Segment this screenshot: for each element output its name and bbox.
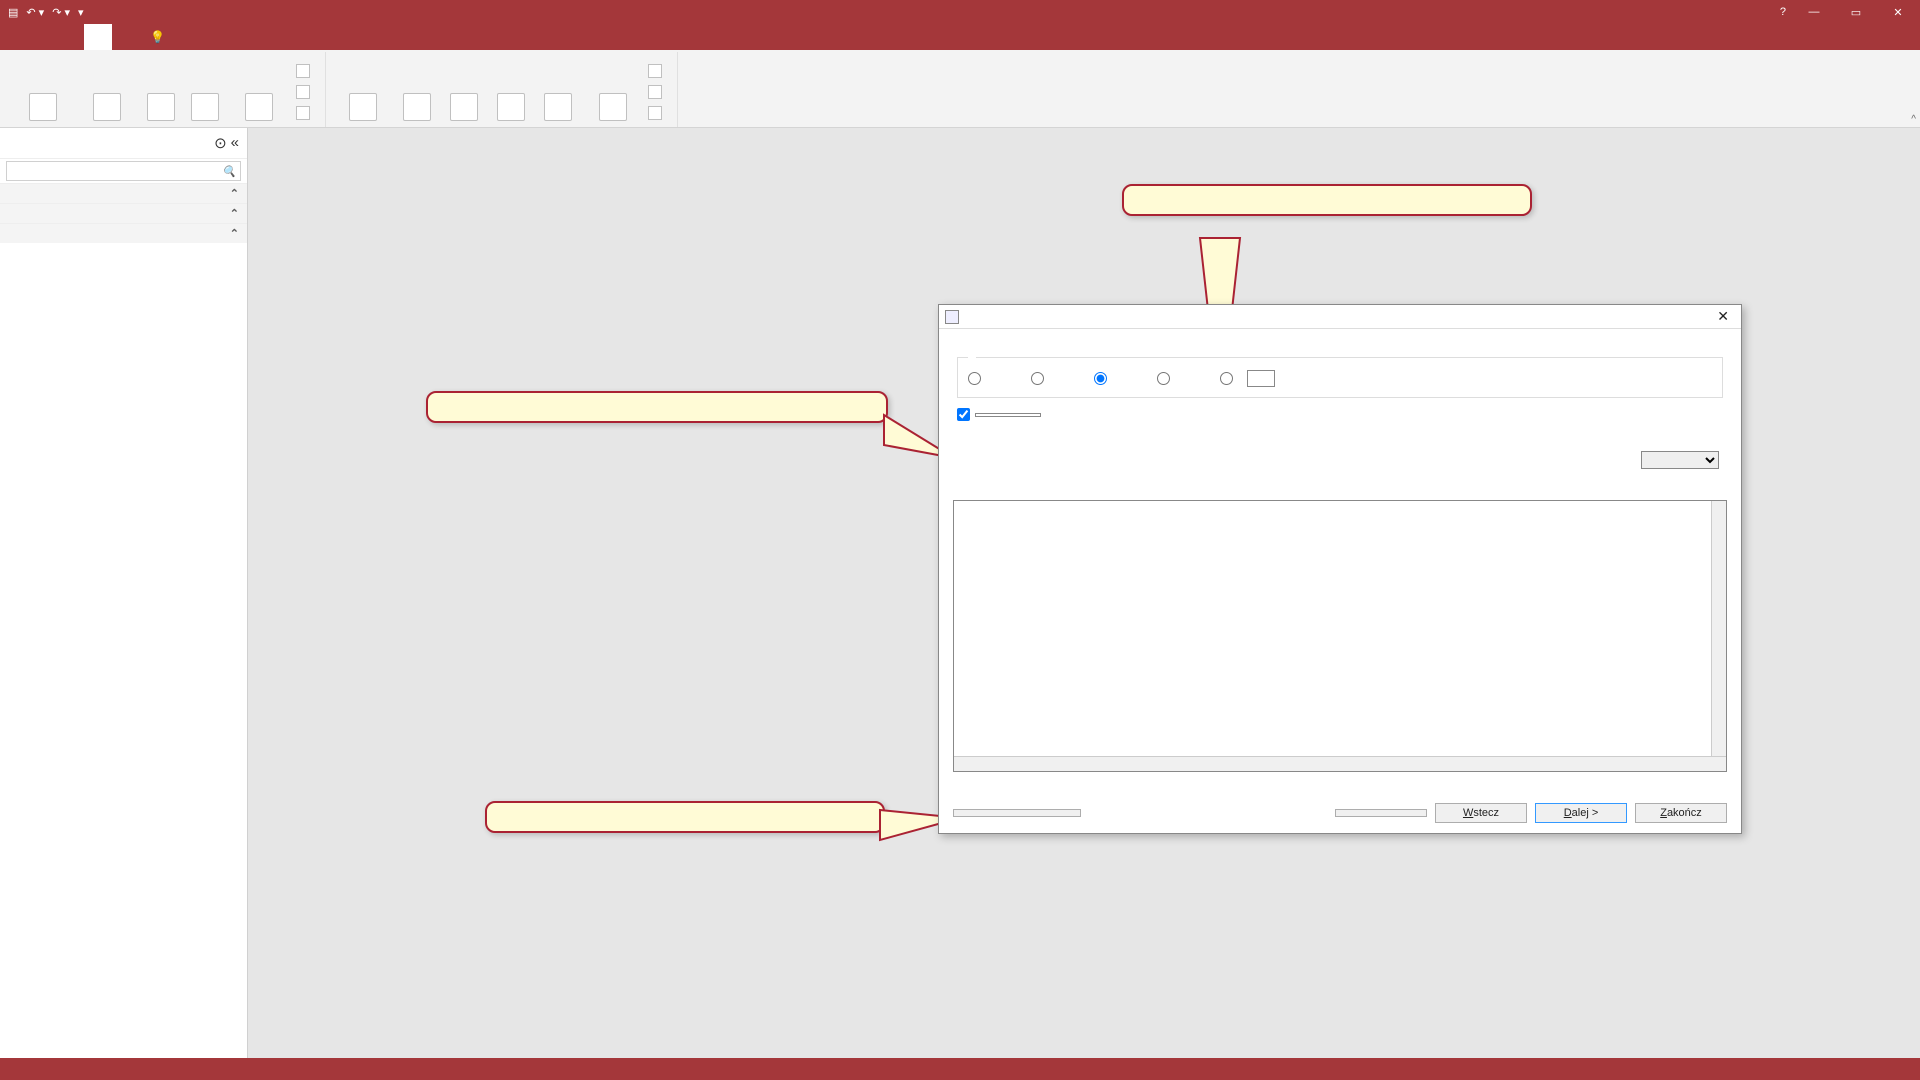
search-icon: 🔍 — [222, 165, 236, 178]
nav-collapse-icon[interactable]: « — [231, 134, 239, 152]
navigation-pane: ⊙« 🔍 ⌃ ⌃ ⌃ — [0, 128, 248, 1058]
import-odbc-button[interactable] — [228, 89, 290, 123]
minimize-button[interactable]: — — [1800, 6, 1828, 18]
undo-icon[interactable]: ↶ ▾ — [26, 6, 44, 19]
saved-exports-button[interactable] — [332, 89, 394, 123]
radio-semicolon[interactable] — [1031, 372, 1048, 385]
advanced-button[interactable] — [953, 809, 1081, 817]
collapse-icon[interactable]: ⌃ — [230, 187, 239, 200]
title-bar: ▤ ↶ ▾ ↷ ▾ ▾ ? — ▭ ✕ — [0, 0, 1920, 24]
radio-space[interactable] — [1157, 372, 1174, 385]
tab-dbtools[interactable] — [112, 24, 140, 50]
export-pdf-button[interactable] — [534, 89, 582, 123]
preview-hscroll[interactable]: ◄ ► — [954, 756, 1726, 771]
save-icon[interactable]: ▤ — [8, 6, 18, 19]
link-text-wizard-dialog: ✕ ◄ ► — [938, 304, 1742, 834]
nav-search-input[interactable]: 🔍 — [6, 161, 241, 181]
collapse-icon[interactable]: ⌃ — [230, 227, 239, 240]
export-more-button[interactable] — [644, 103, 671, 123]
import-access-button[interactable] — [184, 89, 226, 123]
finish-button[interactable]: Zakończ — [1635, 803, 1727, 823]
export-email-button[interactable] — [584, 89, 642, 123]
radio-tab[interactable] — [968, 372, 985, 385]
tell-me-search[interactable]: 💡 — [150, 24, 170, 50]
callout-advanced — [485, 801, 885, 833]
tab-home[interactable] — [28, 24, 56, 50]
nav-dropdown-icon[interactable]: ⊙ — [214, 134, 227, 152]
collapse-icon[interactable]: ⌃ — [230, 207, 239, 220]
tab-create[interactable] — [56, 24, 84, 50]
export-xml-button[interactable] — [490, 89, 532, 123]
import-text-button[interactable] — [292, 61, 319, 81]
tab-external-data[interactable] — [84, 24, 112, 50]
export-word-button[interactable] — [644, 82, 671, 102]
saved-imports-button[interactable] — [12, 89, 74, 123]
next-button[interactable]: Dalej > — [1535, 803, 1627, 823]
maximize-button[interactable]: ▭ — [1842, 6, 1870, 19]
ribbon: ^ — [0, 50, 1920, 128]
callout-firstrow — [426, 391, 888, 423]
qualifier-select[interactable] — [1641, 451, 1719, 469]
group-import-label — [12, 123, 319, 127]
preview-vscroll[interactable] — [1711, 501, 1726, 756]
bulb-icon: 💡 — [150, 30, 165, 44]
back-button[interactable]: Wstecz — [1435, 803, 1527, 823]
callout-delimiter — [1122, 184, 1532, 216]
dialog-icon — [945, 310, 959, 324]
qat-custom-icon[interactable]: ▾ — [78, 6, 84, 19]
dialog-close-button[interactable]: ✕ — [1711, 308, 1735, 325]
radio-comma[interactable] — [1094, 372, 1111, 385]
import-excel-button[interactable] — [140, 89, 182, 123]
linked-table-mgr-button[interactable] — [76, 89, 138, 123]
collapse-ribbon-icon[interactable]: ^ — [1911, 114, 1916, 125]
ribbon-tabs: 💡 — [0, 24, 1920, 50]
redo-icon[interactable]: ↷ ▾ — [52, 6, 70, 19]
first-row-checkbox[interactable] — [957, 408, 970, 421]
import-xml-button[interactable] — [292, 82, 319, 102]
export-text-button[interactable] — [440, 89, 488, 123]
first-row-label — [975, 413, 1041, 417]
cancel-button[interactable] — [1335, 809, 1427, 817]
import-more-button[interactable] — [292, 103, 319, 123]
close-button[interactable]: ✕ — [1884, 6, 1912, 19]
data-preview: ◄ ► — [953, 500, 1727, 772]
delimiter-legend — [968, 352, 976, 364]
group-export-label — [332, 123, 671, 127]
status-bar — [0, 1058, 1920, 1080]
radio-other[interactable] — [1220, 370, 1275, 387]
other-delimiter-input[interactable] — [1247, 370, 1275, 387]
help-icon[interactable]: ? — [1780, 6, 1786, 18]
export-access-button[interactable] — [644, 61, 671, 81]
export-excel-button[interactable] — [396, 89, 438, 123]
tab-file[interactable] — [0, 24, 28, 50]
